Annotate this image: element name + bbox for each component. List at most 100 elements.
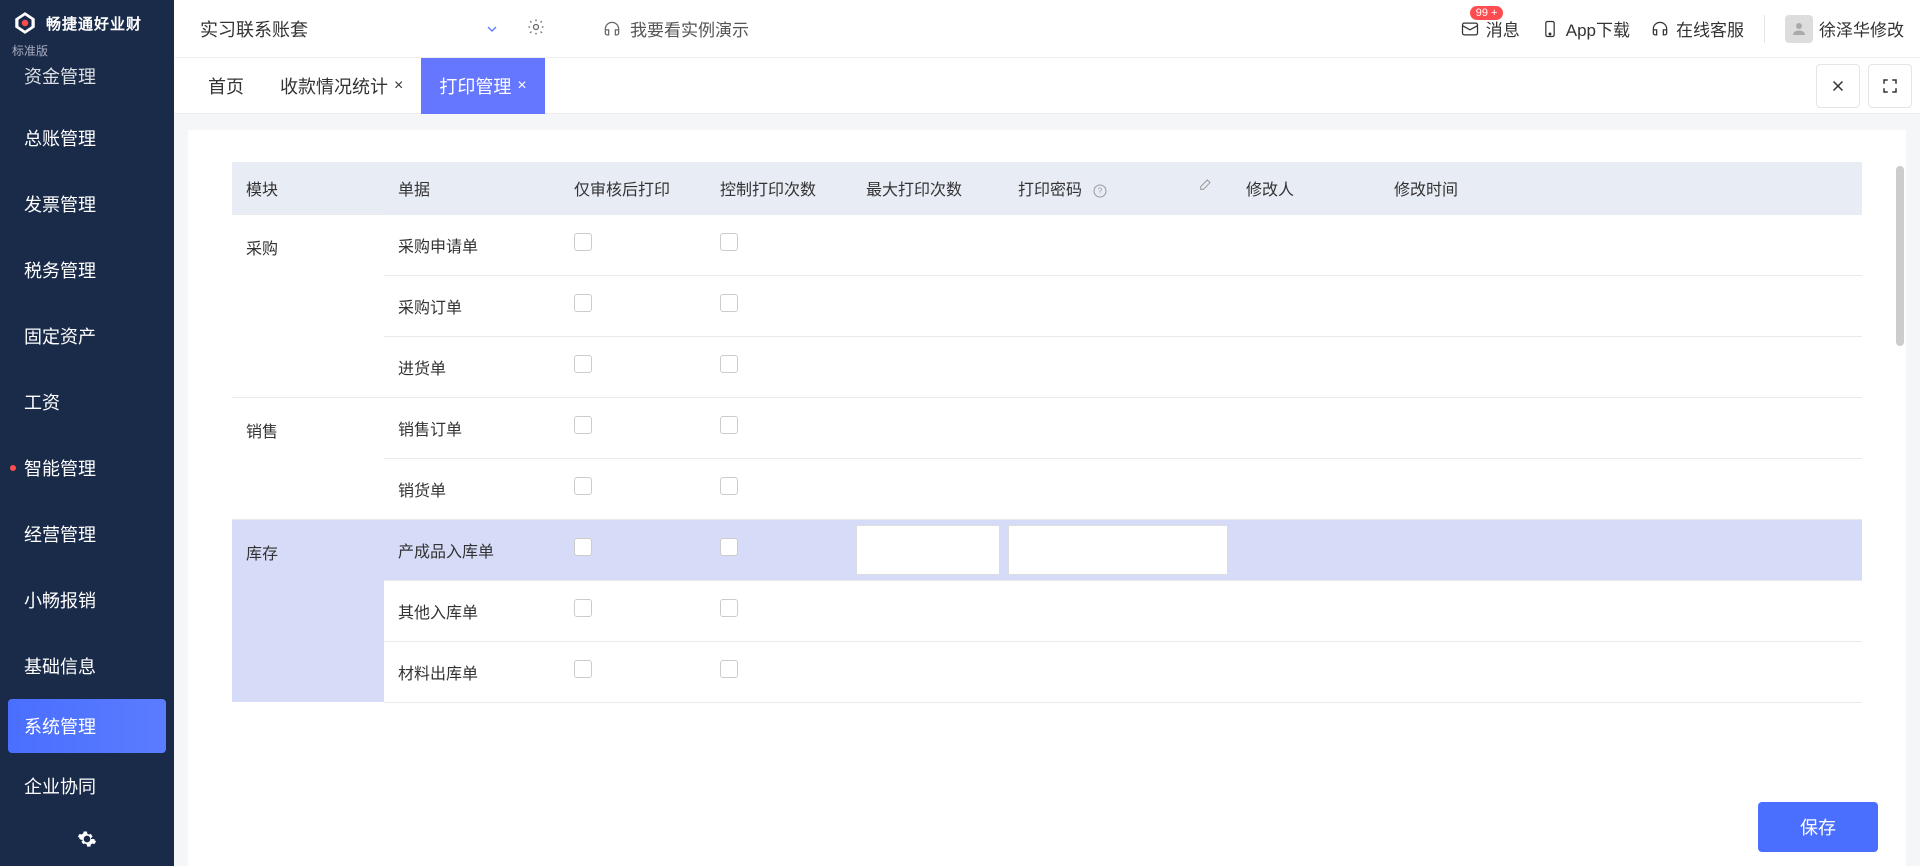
print-pwd-cell [1004, 641, 1232, 702]
edition-label: 标准版 [0, 42, 174, 67]
ctrl-count-cell [706, 458, 852, 519]
account-settings-button[interactable] [522, 13, 550, 44]
account-selector[interactable]: 实习联系账套 [190, 10, 510, 48]
table-row[interactable]: 采购采购申请单 [232, 215, 1862, 276]
topbar-right: 99 + 消息 App下载 在线客服 徐泽华修改 [1460, 15, 1904, 43]
col-audit-only: 仅审核后打印 [560, 162, 706, 215]
nav-item[interactable]: 固定资产 [0, 303, 174, 369]
table-row[interactable]: 销货单 [232, 458, 1862, 519]
online-service-button[interactable]: 在线客服 [1650, 16, 1744, 41]
table-header-row: 模块 单据 仅审核后打印 控制打印次数 最大打印次数 打印密码 ? [232, 162, 1862, 215]
nav-item[interactable]: 基础信息 [0, 633, 174, 699]
svg-text:?: ? [1098, 187, 1103, 196]
nav-item[interactable]: 系统管理 [8, 699, 166, 753]
fullscreen-button[interactable] [1868, 64, 1912, 108]
max-count-input[interactable] [856, 525, 1000, 575]
table-row[interactable]: 其他入库单 [232, 580, 1862, 641]
modifier-cell [1232, 336, 1380, 397]
save-button[interactable]: 保存 [1758, 802, 1878, 852]
max-count-cell [852, 215, 1004, 276]
tab[interactable]: 首页 [190, 58, 262, 114]
nav-item[interactable]: 发票管理 [0, 171, 174, 237]
checkbox[interactable] [720, 233, 738, 251]
nav-item-partial[interactable]: 资金管理 [0, 67, 174, 105]
nav-item[interactable]: 税务管理 [0, 237, 174, 303]
tabs-bar: 首页收款情况统计 × 打印管理 × [174, 58, 1920, 114]
audit-only-cell [560, 275, 706, 336]
tab[interactable]: 收款情况统计 × [262, 58, 421, 114]
print-pwd-cell [1004, 336, 1232, 397]
close-all-tabs-button[interactable] [1816, 64, 1860, 108]
nav-item[interactable]: 企业协同 [0, 753, 174, 815]
nav-item[interactable]: 总账管理 [0, 105, 174, 171]
demo-link[interactable]: 我要看实例演示 [602, 16, 749, 41]
help-icon[interactable]: ? [1092, 183, 1108, 199]
checkbox[interactable] [574, 660, 592, 678]
print-pwd-cell [1004, 458, 1232, 519]
doc-cell: 销货单 [384, 458, 560, 519]
content-wrap: 模块 单据 仅审核后打印 控制打印次数 最大打印次数 打印密码 ? [174, 114, 1920, 866]
checkbox[interactable] [574, 355, 592, 373]
col-module: 模块 [232, 162, 384, 215]
table-row[interactable]: 采购订单 [232, 275, 1862, 336]
ctrl-count-cell [706, 641, 852, 702]
checkbox[interactable] [574, 477, 592, 495]
footer-bar: 保存 [188, 788, 1906, 866]
checkbox[interactable] [574, 416, 592, 434]
checkbox[interactable] [720, 477, 738, 495]
checkbox[interactable] [720, 538, 738, 556]
ctrl-count-cell [706, 519, 852, 580]
modifier-cell [1232, 458, 1380, 519]
module-cell: 采购 [232, 215, 384, 398]
modify-time-cell [1380, 580, 1862, 641]
ctrl-count-cell [706, 336, 852, 397]
print-pwd-cell [1004, 215, 1232, 276]
doc-cell: 其他入库单 [384, 580, 560, 641]
tab-close-icon[interactable]: × [394, 77, 403, 95]
checkbox[interactable] [720, 416, 738, 434]
tab[interactable]: 打印管理 × [421, 58, 544, 114]
checkbox[interactable] [574, 294, 592, 312]
checkbox[interactable] [720, 599, 738, 617]
edit-icon[interactable] [1198, 176, 1214, 192]
nav-item[interactable]: 经营管理 [0, 501, 174, 567]
checkbox[interactable] [720, 660, 738, 678]
brand-name: 畅捷通好业财 [46, 13, 142, 34]
tab-close-icon[interactable]: × [517, 77, 526, 95]
table-row[interactable]: 材料出库单 [232, 641, 1862, 702]
brand-logo: 畅捷通好业财 [0, 0, 174, 42]
print-settings-table: 模块 单据 仅审核后打印 控制打印次数 最大打印次数 打印密码 ? [232, 162, 1862, 703]
user-menu[interactable]: 徐泽华修改 [1785, 15, 1904, 43]
table-row[interactable]: 进货单 [232, 336, 1862, 397]
settings-button[interactable] [0, 815, 174, 866]
col-max-count: 最大打印次数 [852, 162, 1004, 215]
print-pwd-cell [1004, 519, 1232, 580]
tab-label: 收款情况统计 [280, 73, 388, 99]
table-row[interactable]: 库存产成品入库单 [232, 519, 1862, 580]
app-download-button[interactable]: App下载 [1540, 16, 1630, 41]
modify-time-cell [1380, 336, 1862, 397]
user-name: 徐泽华修改 [1819, 16, 1904, 41]
col-modify-time: 修改时间 [1380, 162, 1862, 215]
col-doc: 单据 [384, 162, 560, 215]
checkbox[interactable] [720, 294, 738, 312]
messages-button[interactable]: 99 + 消息 [1460, 16, 1520, 41]
print-pwd-input[interactable] [1008, 525, 1228, 575]
nav-item[interactable]: 小畅报销 [0, 567, 174, 633]
checkbox[interactable] [574, 233, 592, 251]
checkbox[interactable] [574, 538, 592, 556]
col-ctrl-count: 控制打印次数 [706, 162, 852, 215]
nav-item[interactable]: 智能管理 [0, 435, 174, 501]
ctrl-count-cell [706, 397, 852, 458]
checkbox[interactable] [574, 599, 592, 617]
col-modifier: 修改人 [1232, 162, 1380, 215]
sidebar: 畅捷通好业财 标准版 资金管理 总账管理发票管理税务管理固定资产工资智能管理经营… [0, 0, 174, 866]
table-row[interactable]: 销售销售订单 [232, 397, 1862, 458]
nav-item[interactable]: 工资 [0, 369, 174, 435]
tab-label: 打印管理 [439, 73, 511, 99]
scrollbar[interactable] [1896, 166, 1904, 346]
max-count-cell [852, 580, 1004, 641]
checkbox[interactable] [720, 355, 738, 373]
headset-icon [602, 19, 622, 39]
modify-time-cell [1380, 641, 1862, 702]
